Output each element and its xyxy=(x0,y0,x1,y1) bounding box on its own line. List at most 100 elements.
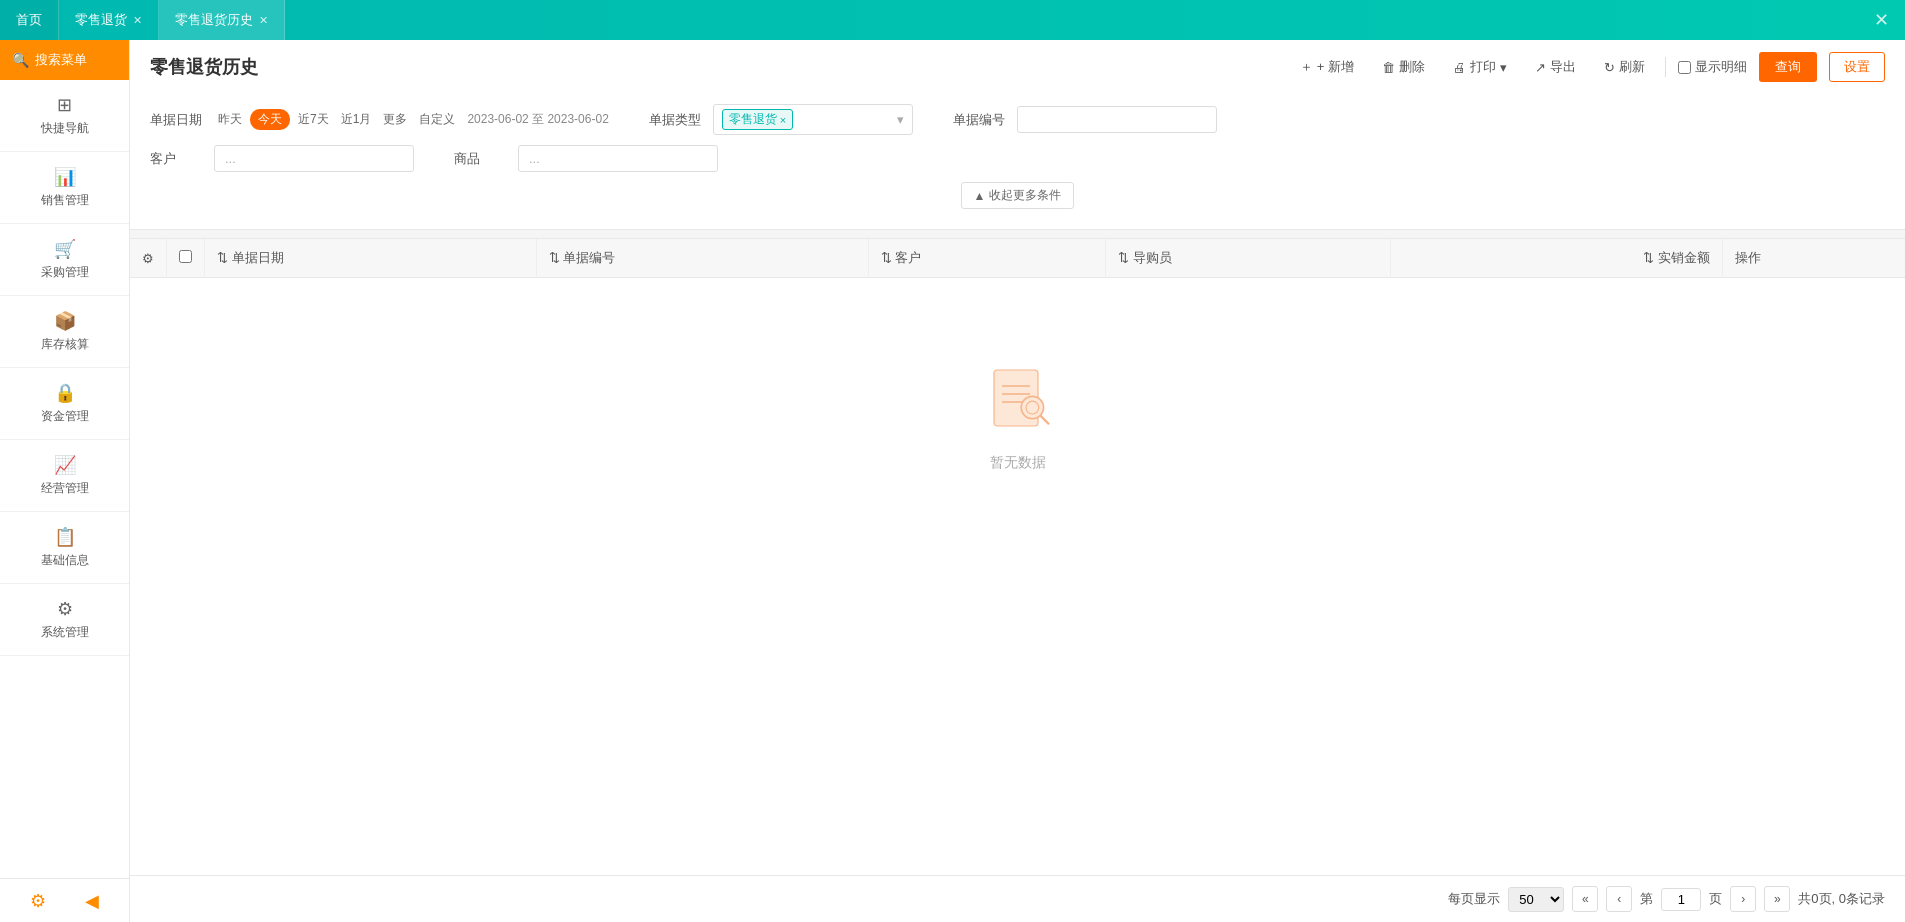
date-shortcuts: 昨天 今天 近7天 近1月 更多 自定义 2023-06-02 至 2023-0… xyxy=(214,109,609,130)
empty-state-cell: 暂无数据 xyxy=(130,278,1905,553)
page-first-button[interactable]: « xyxy=(1572,886,1598,912)
query-button[interactable]: 查询 xyxy=(1759,52,1817,82)
type-filter-select[interactable]: 零售退货 × ▾ xyxy=(713,104,913,135)
sidebar-nav: ⊞ 快捷导航 📊 销售管理 🛒 采购管理 📦 库存核算 🔒 资金管理 📈 xyxy=(0,80,129,878)
filter-area: 单据日期 昨天 今天 近7天 近1月 更多 自定义 2023-06-02 至 2… xyxy=(150,94,1885,229)
sidebar-bottom: ⚙ ◀ xyxy=(0,878,129,922)
data-table: ⚙ ⇅ 单据日期 ⇅ 单据编号 ⇅ xyxy=(130,239,1905,552)
page-input[interactable] xyxy=(1661,888,1701,911)
settings-bottom-icon[interactable]: ⚙ xyxy=(30,890,46,912)
customer-filter-input[interactable]: ... xyxy=(214,145,414,172)
new-button[interactable]: ＋ + 新增 xyxy=(1292,54,1362,80)
col-number: ⇅ 单据编号 xyxy=(536,239,868,278)
refresh-icon: ↻ xyxy=(1604,60,1615,75)
print-label: 打印 xyxy=(1470,58,1496,76)
page-prev-button[interactable]: ‹ xyxy=(1606,886,1632,912)
page-title-row: 零售退货历史 ＋ + 新增 🗑 删除 🖨 打印 ▾ xyxy=(150,52,1885,82)
page-next-button[interactable]: › xyxy=(1730,886,1756,912)
sales-mgmt-label: 销售管理 xyxy=(41,192,89,209)
delete-button[interactable]: 🗑 删除 xyxy=(1374,54,1433,80)
col-check[interactable] xyxy=(167,239,205,278)
purchase-mgmt-label: 采购管理 xyxy=(41,264,89,281)
col-settings[interactable]: ⚙ xyxy=(130,239,167,278)
sidebar-item-sales-mgmt[interactable]: 📊 销售管理 xyxy=(0,152,129,224)
select-all-checkbox[interactable] xyxy=(179,250,192,263)
page-last-button[interactable]: » xyxy=(1764,886,1790,912)
type-filter-label: 单据类型 xyxy=(649,111,705,129)
date-shortcut-7days[interactable]: 近7天 xyxy=(294,109,333,130)
empty-state-row: 暂无数据 xyxy=(130,278,1905,553)
type-tag-close[interactable]: × xyxy=(780,114,786,126)
top-bar-right: ✕ xyxy=(1874,0,1905,40)
sidebar-item-quick-nav[interactable]: ⊞ 快捷导航 xyxy=(0,80,129,152)
date-shortcut-more[interactable]: 更多 xyxy=(379,109,411,130)
type-tag: 零售退货 × xyxy=(722,109,793,130)
tab-home-label: 首页 xyxy=(16,11,42,29)
col-amount: ⇅ 实销金额 xyxy=(1390,239,1722,278)
export-label: 导出 xyxy=(1550,58,1576,76)
tab-retail-return-close[interactable]: ✕ xyxy=(133,14,142,27)
date-shortcut-1month[interactable]: 近1月 xyxy=(337,109,376,130)
sidebar-item-basic-info[interactable]: 📋 基础信息 xyxy=(0,512,129,584)
date-shortcut-custom[interactable]: 自定义 xyxy=(415,109,459,130)
col-number-sort-icon: ⇅ xyxy=(549,250,564,265)
date-range-text: 2023-06-02 至 2023-06-02 xyxy=(467,111,608,128)
goods-filter-item: 商品 ... xyxy=(454,145,718,172)
customer-filter-label: 客户 xyxy=(150,150,206,168)
print-button[interactable]: 🖨 打印 ▾ xyxy=(1445,54,1515,80)
sidebar-item-purchase-mgmt[interactable]: 🛒 采购管理 xyxy=(0,224,129,296)
sales-mgmt-icon: 📊 xyxy=(54,166,76,188)
total-info: 共0页, 0条记录 xyxy=(1798,890,1885,908)
col-guide: ⇅ 导购员 xyxy=(1106,239,1391,278)
type-tag-text: 零售退货 xyxy=(729,111,777,128)
collapse-button[interactable]: ▲ 收起更多条件 xyxy=(961,182,1075,209)
tab-retail-return[interactable]: 零售退货 ✕ xyxy=(59,0,159,40)
new-icon: ＋ xyxy=(1300,58,1313,76)
search-icon: 🔍 xyxy=(12,52,29,68)
tab-retail-return-history-label: 零售退货历史 xyxy=(175,11,253,29)
quick-nav-label: 快捷导航 xyxy=(41,120,89,137)
collapse-label: 收起更多条件 xyxy=(989,187,1061,204)
date-shortcut-today[interactable]: 今天 xyxy=(250,109,290,130)
sidebar-search[interactable]: 🔍 搜索菜单 xyxy=(0,40,129,80)
type-select-arrow-icon: ▾ xyxy=(897,112,904,127)
print-arrow-icon: ▾ xyxy=(1500,60,1507,75)
filter-row-1: 单据日期 昨天 今天 近7天 近1月 更多 自定义 2023-06-02 至 2… xyxy=(150,104,1885,135)
tab-retail-return-history-close[interactable]: ✕ xyxy=(259,14,268,27)
window-close-icon[interactable]: ✕ xyxy=(1874,9,1889,31)
content-area: 零售退货历史 ＋ + 新增 🗑 删除 🖨 打印 ▾ xyxy=(130,40,1905,922)
page-header: 零售退货历史 ＋ + 新增 🗑 删除 🖨 打印 ▾ xyxy=(130,40,1905,230)
svg-line-5 xyxy=(1040,416,1048,424)
purchase-mgmt-icon: 🛒 xyxy=(54,238,76,260)
sidebar-item-finance[interactable]: 🔒 资金管理 xyxy=(0,368,129,440)
date-shortcut-yesterday[interactable]: 昨天 xyxy=(214,109,246,130)
query-label: 查询 xyxy=(1775,59,1801,74)
sidebar-item-inventory[interactable]: 📦 库存核算 xyxy=(0,296,129,368)
export-button[interactable]: ↗ 导出 xyxy=(1527,54,1584,80)
number-filter-label: 单据编号 xyxy=(953,111,1009,129)
date-filter-item: 单据日期 昨天 今天 近7天 近1月 更多 自定义 2023-06-02 至 2… xyxy=(150,109,609,130)
goods-filter-input[interactable]: ... xyxy=(518,145,718,172)
sidebar-item-system[interactable]: ⚙ 系统管理 xyxy=(0,584,129,656)
customer-filter-item: 客户 ... xyxy=(150,145,414,172)
sidebar-item-operations[interactable]: 📈 经营管理 xyxy=(0,440,129,512)
col-customer: ⇅ 客户 xyxy=(868,239,1106,278)
tab-retail-return-history[interactable]: 零售退货历史 ✕ xyxy=(159,0,285,40)
collapse-sidebar-icon[interactable]: ◀ xyxy=(85,890,99,912)
empty-icon xyxy=(978,358,1058,438)
col-action: 操作 xyxy=(1722,239,1905,278)
page-title: 零售退货历史 xyxy=(150,55,258,79)
settings-button[interactable]: 设置 xyxy=(1829,52,1885,82)
number-filter-input[interactable] xyxy=(1017,106,1217,133)
show-detail-checkbox[interactable] xyxy=(1678,61,1691,74)
page-size-select[interactable]: 50 100 200 xyxy=(1508,887,1564,912)
sidebar: 🔍 搜索菜单 ⊞ 快捷导航 📊 销售管理 🛒 采购管理 📦 库存核算 🔒 xyxy=(0,40,130,922)
tab-home[interactable]: 首页 xyxy=(0,0,59,40)
col-guide-sort-icon: ⇅ xyxy=(1118,250,1133,265)
operations-label: 经营管理 xyxy=(41,480,89,497)
date-filter-label: 单据日期 xyxy=(150,111,206,129)
system-icon: ⚙ xyxy=(57,598,73,620)
refresh-button[interactable]: ↻ 刷新 xyxy=(1596,54,1653,80)
collapse-up-icon: ▲ xyxy=(974,189,986,203)
col-date: ⇅ 单据日期 xyxy=(205,239,537,278)
